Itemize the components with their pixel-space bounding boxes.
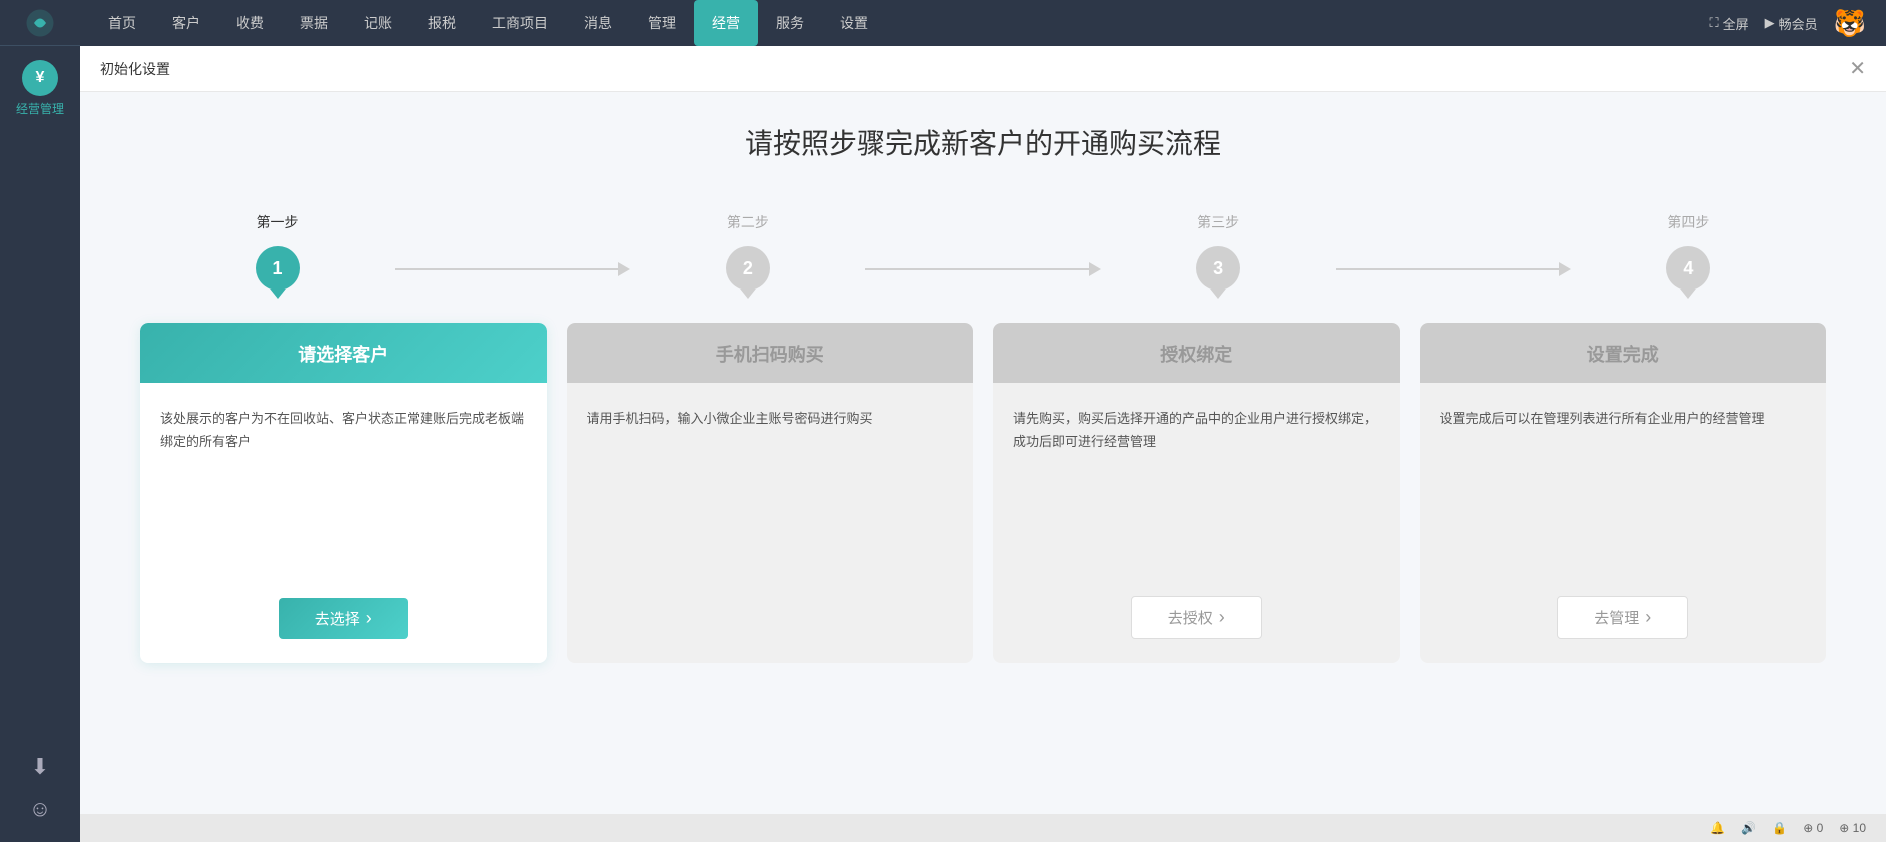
- step3-circle: 3: [1196, 246, 1240, 290]
- step3-card-footer: 去授权 ›: [993, 580, 1400, 663]
- nav-tax[interactable]: 报税: [410, 0, 474, 46]
- avatar[interactable]: 🐯: [1834, 8, 1866, 39]
- fullscreen-icon: ⛶: [1709, 15, 1718, 31]
- status-bar-right: 🔔 🔊 🔒 ⊕ 0 ⊕ 10: [1710, 821, 1866, 835]
- step4-action-btn[interactable]: 去管理 ›: [1557, 596, 1688, 639]
- step2-card-body: 请用手机扫码，输入小微企业主账号密码进行购买: [567, 383, 974, 623]
- page-title: 初始化设置: [100, 59, 170, 79]
- step4-card: 设置完成 设置完成后可以在管理列表进行所有企业用户的经营管理 去管理 ›: [1420, 323, 1827, 663]
- step4-card-header: 设置完成: [1420, 323, 1827, 383]
- nav-customer[interactable]: 客户: [154, 0, 218, 46]
- step1-pointer: [270, 289, 286, 299]
- step4-btn-arrow: ›: [1645, 607, 1651, 628]
- step4-circle: 4: [1666, 246, 1710, 290]
- status-bell-icon: 🔔: [1710, 821, 1725, 835]
- support-icon[interactable]: ☺: [29, 796, 51, 822]
- sidebar-item-jingying[interactable]: ¥ 经营管理: [0, 46, 80, 127]
- nav-home[interactable]: 首页: [90, 0, 154, 46]
- nav-invoice[interactable]: 票据: [282, 0, 346, 46]
- page-content: 请按照步骤完成新客户的开通购买流程 第一步 1 第二步 2: [80, 92, 1886, 814]
- download-icon[interactable]: ⬇: [31, 754, 49, 780]
- sidebar-bottom: ⬇ ☺: [29, 754, 51, 822]
- fullscreen-btn[interactable]: ⛶ 全屏: [1709, 14, 1748, 33]
- status-count2: ⊕ 10: [1839, 821, 1866, 835]
- top-nav: 首页 客户 收费 票据 记账 报税 工商项目 消息 管理 经营 服务 设置 ⛶ …: [0, 0, 1886, 46]
- step4-label: 第四步: [1667, 212, 1709, 232]
- nav-accounting[interactable]: 记账: [346, 0, 410, 46]
- sidebar-item-label: 经营管理: [16, 100, 64, 117]
- vip-icon: ▶: [1765, 15, 1775, 31]
- sidebar-logo: [0, 0, 80, 46]
- status-count1: ⊕ 0: [1803, 821, 1823, 835]
- nav-operation[interactable]: 经营: [694, 0, 758, 46]
- step1-card: 请选择客户 该处展示的客户为不在回收站、客户状态正常建账后完成老板端绑定的所有客…: [140, 323, 547, 663]
- cards-row: 请选择客户 该处展示的客户为不在回收站、客户状态正常建账后完成老板端绑定的所有客…: [140, 323, 1826, 663]
- step1-action-btn[interactable]: 去选择 ›: [279, 598, 408, 639]
- step1-circle: 1: [256, 246, 300, 290]
- nav-message[interactable]: 消息: [566, 0, 630, 46]
- sidebar: ¥ 经营管理 ⬇ ☺: [0, 0, 80, 842]
- close-button[interactable]: ✕: [1849, 59, 1866, 79]
- step1-btn-arrow: ›: [366, 608, 372, 629]
- status-volume-icon: 🔊: [1741, 821, 1756, 835]
- nav-right: ⛶ 全屏 ▶ 畅会员 🐯: [1709, 8, 1886, 39]
- nav-settings[interactable]: 设置: [822, 0, 886, 46]
- step3-card-body: 请先购买，购买后选择开通的产品中的企业用户进行授权绑定，成功后即可进行经营管理: [993, 383, 1400, 580]
- main-area: 初始化设置 ✕ 请按照步骤完成新客户的开通购买流程 第一步 1 第二步: [80, 46, 1886, 814]
- step2-circle: 2: [726, 246, 770, 290]
- nav-business[interactable]: 工商项目: [474, 0, 566, 46]
- step3-btn-arrow: ›: [1219, 607, 1225, 628]
- step1-card-body: 该处展示的客户为不在回收站、客户状态正常建账后完成老板端绑定的所有客户: [140, 383, 547, 582]
- step4-pointer: [1680, 289, 1696, 299]
- step3-label: 第三步: [1197, 212, 1239, 232]
- nav-service[interactable]: 服务: [758, 0, 822, 46]
- step2-pointer: [740, 289, 756, 299]
- step4-btn-label: 去管理: [1594, 607, 1639, 628]
- step2-card-header: 手机扫码购买: [567, 323, 974, 383]
- step2-label: 第二步: [727, 212, 769, 232]
- content-header: 初始化设置 ✕: [80, 46, 1886, 92]
- jingying-icon: ¥: [22, 60, 58, 96]
- nav-manage[interactable]: 管理: [630, 0, 694, 46]
- step3-card-header: 授权绑定: [993, 323, 1400, 383]
- nav-payment[interactable]: 收费: [218, 0, 282, 46]
- step1-label: 第一步: [257, 212, 299, 232]
- step1-card-footer: 去选择 ›: [140, 582, 547, 663]
- step4-card-footer: 去管理 ›: [1420, 580, 1827, 663]
- vip-btn[interactable]: ▶ 畅会员: [1765, 14, 1818, 33]
- step3-btn-label: 去授权: [1168, 607, 1213, 628]
- step3-action-btn[interactable]: 去授权 ›: [1131, 596, 1262, 639]
- step3-card: 授权绑定 请先购买，购买后选择开通的产品中的企业用户进行授权绑定，成功后即可进行…: [993, 323, 1400, 663]
- step4-card-body: 设置完成后可以在管理列表进行所有企业用户的经营管理: [1420, 383, 1827, 580]
- step2-card-footer: [567, 623, 974, 663]
- step3-pointer: [1210, 289, 1226, 299]
- status-lock-icon: 🔒: [1772, 821, 1787, 835]
- step2-card: 手机扫码购买 请用手机扫码，输入小微企业主账号密码进行购买: [567, 323, 974, 663]
- step1-btn-label: 去选择: [315, 608, 360, 629]
- main-title: 请按照步骤完成新客户的开通购买流程: [140, 122, 1826, 162]
- status-bar: ▶ 完成 🔔 🔊 🔒 ⊕ 0 ⊕ 10: [0, 814, 1886, 842]
- step1-card-header: 请选择客户: [140, 323, 547, 383]
